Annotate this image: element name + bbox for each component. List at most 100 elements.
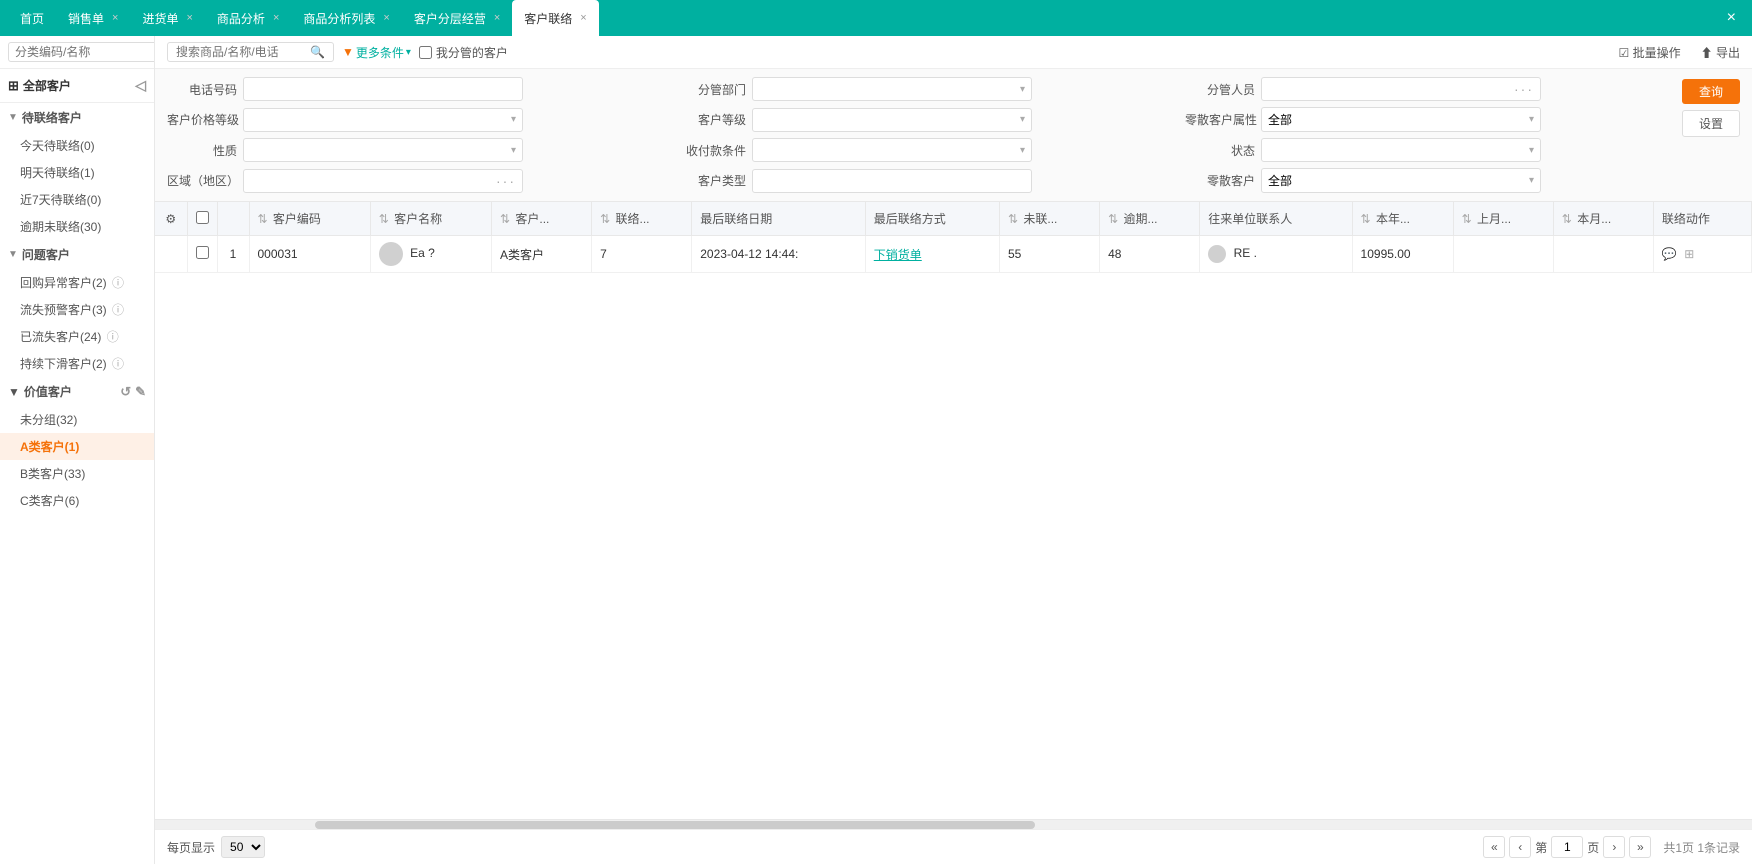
filter-retail-attr: 零散客户属性 全部 ▾ [1185, 107, 1674, 132]
sidebar-problem-customers-group[interactable]: ▼ 问题客户 [0, 240, 154, 269]
nav-product-analysis-close[interactable]: × [273, 12, 279, 24]
sidebar-item-churn-warning[interactable]: 流失预警客户(3) ⓘ [0, 296, 154, 323]
customer-level-select[interactable]: ▾ [752, 108, 1032, 132]
qr-icon[interactable]: ⊞ [1684, 247, 1694, 261]
chat-icon[interactable]: 💬 [1662, 247, 1677, 261]
more-filter-btn[interactable]: ▼ 更多条件 ▾ [342, 44, 411, 61]
sidebar-item-today[interactable]: 今天待联络(0) [0, 132, 154, 159]
filter-dept: 分管部门 ▾ [676, 77, 1165, 101]
sidebar-value-customers-group[interactable]: ▼ 价值客户 ↺ ✎ [0, 377, 154, 406]
col-check-header[interactable] [187, 202, 217, 236]
my-customer-checkbox[interactable]: 我分管的客户 [419, 44, 508, 61]
filter-region: 区域（地区） ··· [167, 169, 656, 193]
phone-input[interactable] [243, 77, 523, 101]
col-this-month-header[interactable]: ⇅ 本月... [1553, 202, 1653, 236]
horizontal-scrollbar[interactable] [155, 819, 1752, 829]
nav-customer-segment-close[interactable]: × [494, 12, 500, 24]
col-unit-contact-header[interactable]: 往来单位联系人 [1200, 202, 1352, 236]
sidebar-search-input[interactable] [8, 42, 155, 62]
col-contact-header[interactable]: ⇅ 联络... [592, 202, 692, 236]
main-search-icon[interactable]: 🔍 [310, 45, 325, 59]
first-page-btn[interactable]: « [1483, 836, 1505, 858]
region-input[interactable]: ··· [243, 169, 523, 193]
select-all-checkbox[interactable] [196, 211, 209, 224]
sidebar-item-ungrouped[interactable]: 未分组(32) [0, 406, 154, 433]
sidebar-pending-contact-group[interactable]: ▼ 待联络客户 [0, 103, 154, 132]
sidebar-item-class-c[interactable]: C类客户(6) [0, 487, 154, 514]
refresh-icon[interactable]: ↺ [120, 384, 131, 400]
prev-page-btn[interactable]: ‹ [1509, 836, 1531, 858]
nav-home[interactable]: 首页 [8, 0, 56, 36]
retail-attr-select[interactable]: 全部 ▾ [1261, 107, 1541, 132]
retail-attr-arrow: ▾ [1529, 114, 1534, 125]
sidebar-item-overdue[interactable]: 逾期未联络(30) [0, 213, 154, 240]
col-overdue-header[interactable]: ⇅ 逾期... [1100, 202, 1200, 236]
col-last-method-header[interactable]: 最后联络方式 [865, 202, 999, 236]
nav-sales-close[interactable]: × [112, 12, 118, 24]
nav-customer-contact-close[interactable]: × [580, 12, 586, 24]
sidebar-item-declining[interactable]: 持续下滑客户(2) ⓘ [0, 350, 154, 377]
more-filter-arrow: ▾ [406, 47, 411, 58]
col-code-header[interactable]: ⇅ 客户编码 [249, 202, 370, 236]
export-btn[interactable]: ⬆ 导出 [1701, 44, 1740, 61]
pending-arrow-icon: ▼ [8, 112, 18, 123]
batch-op-btn[interactable]: ☑ 批量操作 [1619, 44, 1681, 61]
row-code: 000031 [249, 236, 370, 273]
sidebar-all-customers-header[interactable]: ⊞ 全部客户 ◁ [0, 69, 154, 103]
sidebar-item-tomorrow[interactable]: 明天待联络(1) [0, 159, 154, 186]
row-last-method[interactable]: 下销货单 [865, 236, 999, 273]
retail-customer-arrow: ▾ [1529, 175, 1534, 186]
col-last-month-header[interactable]: ⇅ 上月... [1453, 202, 1553, 236]
col-this-year-header[interactable]: ⇅ 本年... [1352, 202, 1453, 236]
filter-icon: ▼ [342, 45, 354, 59]
nav-purchase-close[interactable]: × [186, 12, 192, 24]
sidebar-item-class-a[interactable]: A类客户(1) [0, 433, 154, 460]
my-customer-check[interactable] [419, 46, 432, 59]
sidebar-collapse-icon[interactable]: ◁ [135, 77, 146, 94]
nav-product-list-close[interactable]: × [383, 12, 389, 24]
per-page-select[interactable]: 50 [221, 836, 265, 858]
scrollbar-thumb[interactable] [315, 821, 1035, 829]
nav-product-list[interactable]: 商品分析列表 × [291, 0, 401, 36]
col-gear-header[interactable]: ⚙ [155, 202, 187, 236]
last-page-btn[interactable]: » [1629, 836, 1651, 858]
retail-customer-select[interactable]: 全部 ▾ [1261, 168, 1541, 193]
sort-icon-nc: ⇅ [1008, 212, 1018, 226]
row-check[interactable] [187, 236, 217, 273]
edit-icon[interactable]: ✎ [135, 384, 146, 400]
manager-input[interactable]: ··· [1261, 77, 1541, 101]
filter-row-1: 电话号码 分管部门 ▾ 分管人员 [167, 77, 1674, 101]
nav-sales[interactable]: 销售单 × [56, 0, 130, 36]
value-arrow-icon: ▼ [8, 385, 20, 399]
settings-button[interactable]: 设置 [1682, 110, 1740, 137]
content-area: 🔍 ▼ 更多条件 ▾ 我分管的客户 ☑ 批量操作 ⬆ 导出 [155, 36, 1752, 864]
sidebar-item-class-b[interactable]: B类客户(33) [0, 460, 154, 487]
col-no-contact-header[interactable]: ⇅ 未联... [999, 202, 1099, 236]
filter-nature: 性质 ▾ [167, 138, 656, 162]
col-name-header[interactable]: ⇅ 客户名称 [370, 202, 491, 236]
nav-customer-contact[interactable]: 客户联络 × [512, 0, 598, 36]
next-page-btn[interactable]: › [1603, 836, 1625, 858]
row-checkbox[interactable] [196, 246, 209, 259]
nature-select[interactable]: ▾ [243, 138, 523, 162]
col-last-date-header[interactable]: 最后联络日期 [692, 202, 866, 236]
info-icon-1: ⓘ [112, 276, 124, 290]
sidebar-item-churned[interactable]: 已流失客户(24) ⓘ [0, 323, 154, 350]
col-type-header[interactable]: ⇅ 客户... [491, 202, 591, 236]
nav-product-analysis[interactable]: 商品分析 × [205, 0, 291, 36]
price-level-select[interactable]: ▾ [243, 108, 523, 132]
window-close-button[interactable]: × [1719, 9, 1744, 27]
main-search-input[interactable] [176, 45, 306, 59]
filter-price-level: 客户价格等级 ▾ [167, 108, 656, 132]
customer-type-input[interactable] [752, 169, 1032, 193]
dept-select[interactable]: ▾ [752, 77, 1032, 101]
search-button[interactable]: 查询 [1682, 79, 1740, 104]
payment-select[interactable]: ▾ [752, 138, 1032, 162]
nav-customer-segment[interactable]: 客户分层经营 × [402, 0, 512, 36]
gear-icon[interactable]: ⚙ [165, 212, 176, 226]
sidebar-item-repurchase-abnormal[interactable]: 回购异常客户(2) ⓘ [0, 269, 154, 296]
sidebar-item-7days[interactable]: 近7天待联络(0) [0, 186, 154, 213]
page-number-input[interactable] [1551, 836, 1583, 858]
status-select[interactable]: ▾ [1261, 138, 1541, 162]
nav-purchase[interactable]: 进货单 × [130, 0, 204, 36]
